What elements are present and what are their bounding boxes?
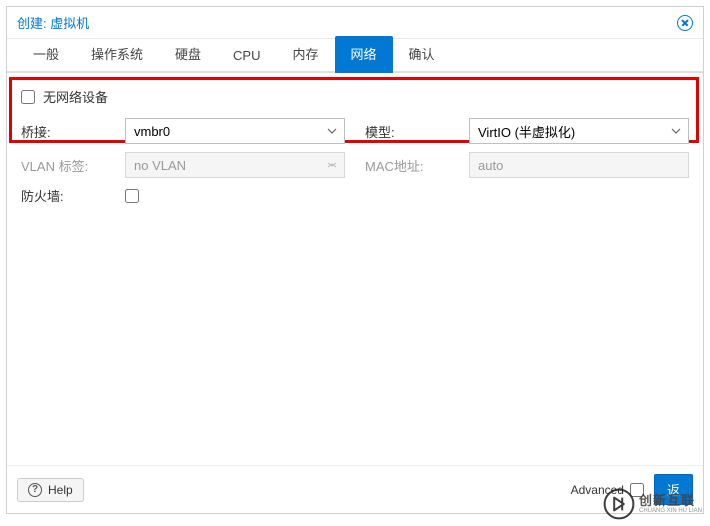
vlan-select <box>125 152 345 178</box>
close-icon[interactable] <box>677 15 693 31</box>
tab-harddisk[interactable]: 硬盘 <box>159 36 217 73</box>
help-label: Help <box>48 483 73 497</box>
bridge-input[interactable] <box>125 118 345 144</box>
footer-bar: ? Help Advanced 返 <box>7 465 703 513</box>
form-area: 无网络设备 桥接: 模型: <box>7 73 703 227</box>
content-area: 无网络设备 桥接: 模型: <box>7 73 703 465</box>
tab-os[interactable]: 操作系统 <box>75 36 159 73</box>
firewall-checkbox[interactable] <box>125 189 139 203</box>
vlan-input <box>125 152 345 178</box>
model-select[interactable] <box>469 118 689 144</box>
dialog-title: 创建: 虚拟机 <box>17 13 89 32</box>
tab-confirm[interactable]: 确认 <box>393 36 451 73</box>
help-icon: ? <box>28 483 42 497</box>
vlan-label: VLAN 标签: <box>21 156 125 175</box>
mac-input-wrap <box>469 152 689 178</box>
bridge-select[interactable] <box>125 118 345 144</box>
tab-memory[interactable]: 内存 <box>277 36 335 73</box>
no-network-label: 无网络设备 <box>43 87 108 106</box>
model-input[interactable] <box>469 118 689 144</box>
no-network-row: 无网络设备 <box>21 87 689 106</box>
bridge-label: 桥接: <box>21 122 125 141</box>
create-vm-dialog: 创建: 虚拟机 一般 操作系统 硬盘 CPU 内存 网络 确认 无网络设备 桥接… <box>6 6 704 514</box>
no-network-checkbox[interactable] <box>21 90 35 104</box>
watermark: 创新互联 CHUANG XIN HU LIAN <box>603 488 702 520</box>
watermark-cn: 创新互联 <box>639 494 702 508</box>
tabs-bar: 一般 操作系统 硬盘 CPU 内存 网络 确认 <box>7 39 703 73</box>
title-bar: 创建: 虚拟机 <box>7 7 703 39</box>
tab-cpu[interactable]: CPU <box>217 40 276 73</box>
watermark-en: CHUANG XIN HU LIAN <box>639 508 702 515</box>
mac-label: MAC地址: <box>365 156 469 175</box>
help-button[interactable]: ? Help <box>17 478 84 502</box>
mac-input <box>469 152 689 178</box>
model-label: 模型: <box>365 122 469 141</box>
firewall-label: 防火墙: <box>21 186 125 205</box>
tab-general[interactable]: 一般 <box>17 36 75 73</box>
tab-network[interactable]: 网络 <box>335 36 393 73</box>
watermark-logo-icon <box>603 488 635 520</box>
